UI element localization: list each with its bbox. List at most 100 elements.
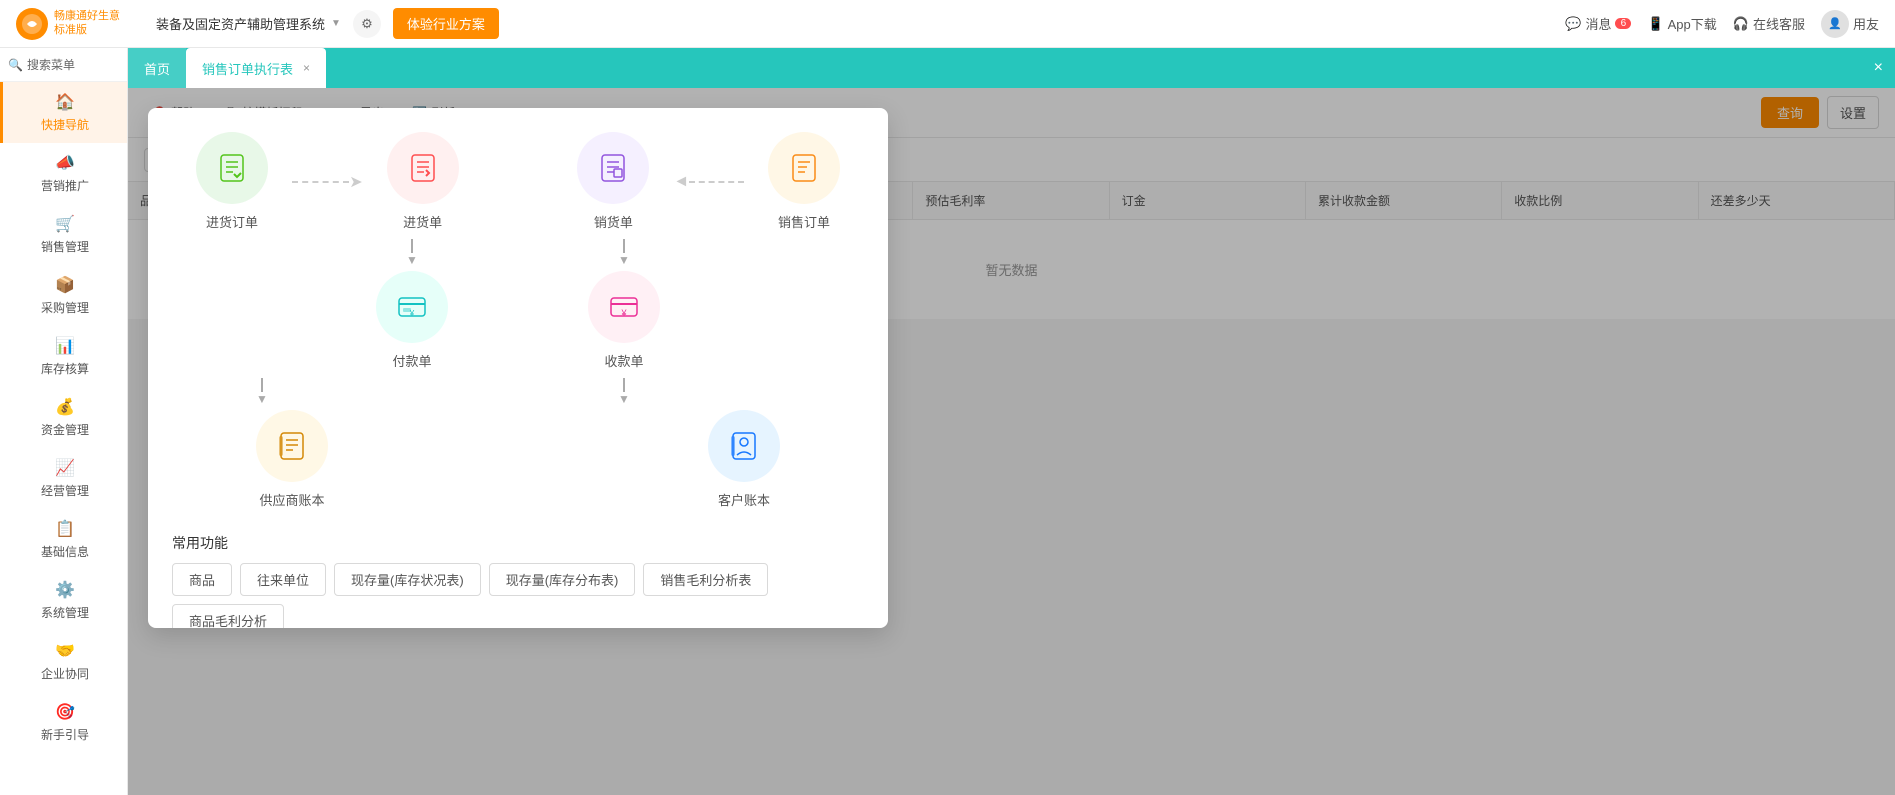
message-button[interactable]: 💬 消息 6: [1565, 14, 1631, 33]
sidebar-item-label: 资金管理: [41, 421, 89, 438]
flow-modal: 进货订单 ➤: [148, 108, 888, 628]
flow-sales-bill[interactable]: 销货单: [553, 132, 673, 231]
sidebar-item-label: 销售管理: [41, 238, 89, 255]
purchase-bill-label: 进货单: [403, 212, 442, 231]
btn-product-gross[interactable]: 商品毛利分析: [172, 604, 284, 628]
message-label: 消息: [1585, 14, 1611, 33]
sidebar-item-newbie[interactable]: 🎯 新手引导: [0, 692, 127, 753]
flow-payment[interactable]: ¥ 付款单: [352, 271, 472, 370]
newbie-icon: 🎯: [55, 702, 75, 722]
logo-icon: [16, 8, 48, 40]
tab-home[interactable]: 首页: [128, 48, 186, 88]
sidebar-item-label: 营销推广: [41, 177, 89, 194]
tab-bar: 首页 销售订单执行表 × ×: [128, 48, 1895, 88]
logo-text-line2: 标准版: [54, 24, 120, 37]
sidebar-item-label: 经营管理: [41, 482, 89, 499]
sidebar-item-enterprise[interactable]: 🤝 企业协同: [0, 631, 127, 692]
btn-product[interactable]: 商品: [172, 563, 232, 596]
flow-supplier-ledger[interactable]: 供应商账本: [232, 410, 352, 509]
user-name: 用友: [1853, 14, 1879, 33]
sidebar-item-marketing[interactable]: 📣 营销推广: [0, 143, 127, 204]
btn-sales-gross[interactable]: 销售毛利分析表: [643, 563, 768, 596]
receipt-label: 收款单: [604, 351, 643, 370]
supplier-ledger-label: 供应商账本: [259, 490, 324, 509]
purchase-order-circle: [196, 132, 268, 204]
sales-order-circle: [768, 132, 840, 204]
message-badge: 6: [1615, 18, 1631, 29]
purchase-bill-circle: [387, 132, 459, 204]
gear-button[interactable]: ⚙: [353, 10, 381, 38]
finance-icon: 💰: [55, 397, 75, 417]
online-service-icon: 🎧: [1733, 16, 1749, 32]
experience-button[interactable]: 体验行业方案: [393, 8, 499, 39]
tab-sales-exec[interactable]: 销售订单执行表 ×: [186, 48, 326, 88]
main-close-button[interactable]: ×: [1874, 59, 1883, 77]
quick-nav-icon: 🏠: [55, 92, 75, 112]
sidebar-item-label: 快捷导航: [41, 116, 89, 133]
enterprise-icon: 🤝: [55, 641, 75, 661]
btn-stock-status[interactable]: 现存量(库存状况表): [334, 563, 481, 596]
flow-row-1: 进货订单 ➤: [172, 132, 864, 231]
sidebar-item-system[interactable]: ⚙️ 系统管理: [0, 570, 127, 631]
tab-sales-exec-label: 销售订单执行表: [202, 59, 293, 78]
sidebar-item-label: 企业协同: [41, 665, 89, 682]
message-icon: 💬: [1565, 16, 1581, 32]
flow-purchase-bill[interactable]: 进货单: [363, 132, 483, 231]
system-title-text: 装备及固定资产辅助管理系统: [156, 14, 325, 33]
flow-purchase-order[interactable]: 进货订单: [172, 132, 292, 231]
sales-order-label: 销售订单: [778, 212, 830, 231]
sidebar-item-quick-nav[interactable]: 🏠 快捷导航: [0, 82, 127, 143]
sidebar-item-purchase[interactable]: 📦 采购管理: [0, 265, 127, 326]
inventory-icon: 📊: [55, 336, 75, 356]
business-icon: 📈: [55, 458, 75, 478]
arrow-v-row: ▼ ▼: [172, 239, 864, 267]
sidebar-item-business[interactable]: 📈 经营管理: [0, 448, 127, 509]
app-download-button[interactable]: 📱 App下载: [1647, 14, 1716, 33]
flow-row-2: ¥ 付款单: [172, 271, 864, 370]
app-download-label: App下载: [1668, 14, 1717, 33]
arrow-v-row-2: ▼ ▼: [172, 378, 864, 406]
top-right-area: 💬 消息 6 📱 App下载 🎧 在线客服 👤 用友: [1565, 10, 1879, 38]
customer-ledger-label: 客户账本: [718, 490, 770, 509]
common-functions-section: 常用功能 商品 往来单位 现存量(库存状况表) 现存量(库存分布表) 销售毛利分…: [172, 533, 864, 628]
flow-receipt[interactable]: ¥ 收款单: [564, 271, 684, 370]
btn-partner[interactable]: 往来单位: [240, 563, 326, 596]
customer-ledger-circle: [708, 410, 780, 482]
tab-home-label: 首页: [144, 59, 170, 78]
system-title: 装备及固定资产辅助管理系统 ▼: [156, 14, 341, 33]
receipt-circle: ¥: [588, 271, 660, 343]
payment-label: 付款单: [392, 351, 431, 370]
online-service-label: 在线客服: [1753, 14, 1805, 33]
marketing-icon: 📣: [55, 153, 75, 173]
user-area[interactable]: 👤 用友: [1821, 10, 1879, 38]
logo-text-line1: 畅康通好生意: [54, 10, 120, 23]
system-title-dropdown-icon[interactable]: ▼: [331, 18, 341, 29]
sidebar-item-label: 系统管理: [41, 604, 89, 621]
flow-customer-ledger[interactable]: 客户账本: [684, 410, 804, 509]
flow-sales-order[interactable]: 销售订单: [744, 132, 864, 231]
search-menu-button[interactable]: 🔍 搜索菜单: [0, 48, 127, 82]
base-info-icon: 📋: [55, 519, 75, 539]
arrow-h-1: ➤: [292, 172, 363, 192]
sidebar-item-label: 新手引导: [41, 726, 89, 743]
sidebar-item-label: 采购管理: [41, 299, 89, 316]
modal-overlay[interactable]: 进货订单 ➤: [128, 88, 1895, 795]
online-service-button[interactable]: 🎧 在线客服: [1733, 14, 1805, 33]
btn-stock-dist[interactable]: 现存量(库存分布表): [489, 563, 636, 596]
sidebar-item-inventory[interactable]: 📊 库存核算: [0, 326, 127, 387]
sidebar-item-base-info[interactable]: 📋 基础信息: [0, 509, 127, 570]
svg-text:¥: ¥: [620, 308, 627, 318]
purchase-icon: 📦: [55, 275, 75, 295]
common-buttons-row-1: 商品 往来单位 现存量(库存状况表) 现存量(库存分布表) 销售毛利分析表 商品…: [172, 563, 864, 628]
main-content: ❓ 帮助 🖨 按模板打印 ▼ ⬆ 导出 🔄 刷新: [128, 88, 1895, 795]
flow-section: 进货订单 ➤: [172, 132, 864, 517]
tab-close-button[interactable]: ×: [303, 61, 310, 75]
sidebar-item-sales[interactable]: 🛒 销售管理: [0, 204, 127, 265]
payment-circle: ¥: [376, 271, 448, 343]
svg-text:¥: ¥: [409, 309, 415, 318]
sidebar-item-finance[interactable]: 💰 资金管理: [0, 387, 127, 448]
arrow-h-2: ◄: [673, 173, 744, 191]
logo-area: 畅康通好生意 标准版: [16, 8, 144, 40]
content-area: 首页 销售订单执行表 × × ❓ 帮助 🖨 按: [128, 48, 1895, 795]
search-icon: 🔍: [8, 58, 23, 72]
